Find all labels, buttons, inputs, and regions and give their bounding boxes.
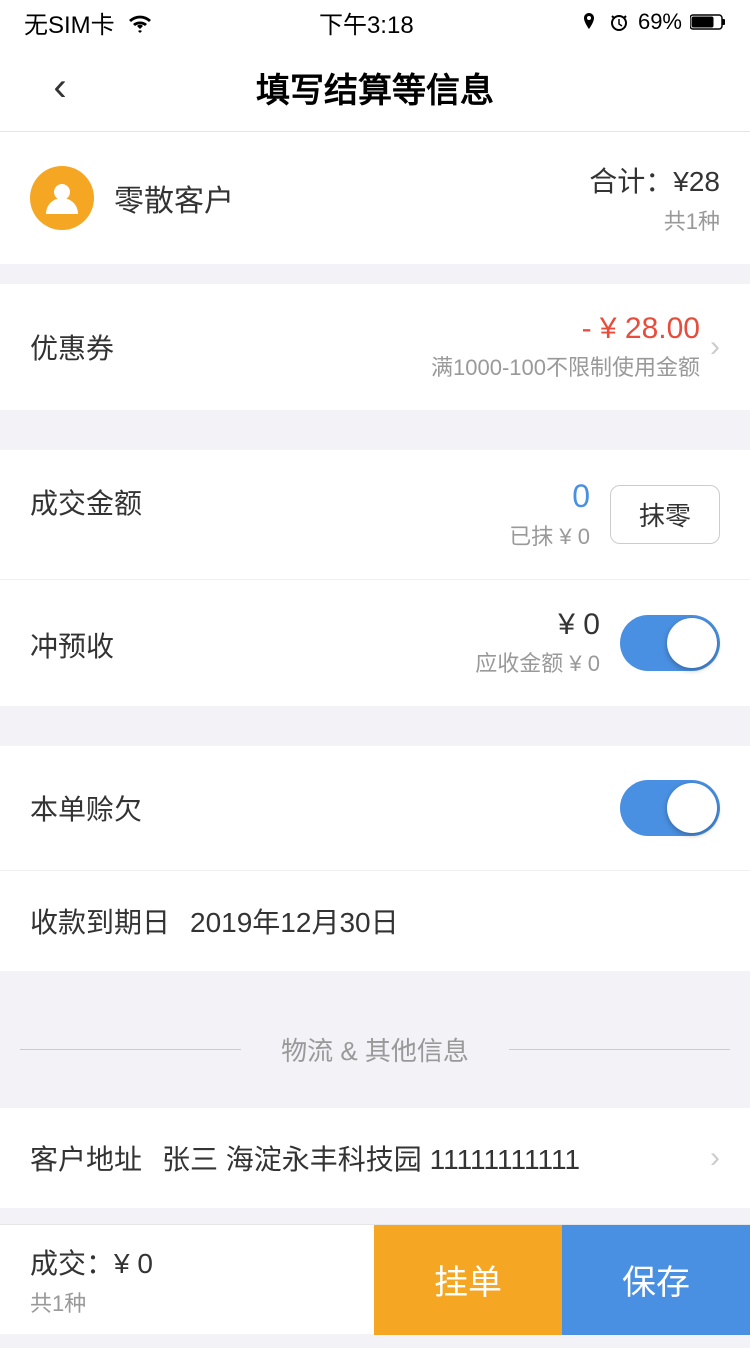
debt-row: 本单赊欠 <box>0 746 750 870</box>
debt-label: 本单赊欠 <box>30 788 142 828</box>
address-chevron-icon: › <box>710 1141 720 1175</box>
logistics-header: 物流 & 其他信息 <box>0 1011 750 1088</box>
transaction-row: 成交金额 0 已抹 ¥ 0 抹零 <box>0 450 750 580</box>
chevron-right-icon: › <box>710 330 720 364</box>
save-button[interactable]: 保存 <box>562 1225 750 1335</box>
avatar <box>30 166 94 230</box>
prereceive-amounts: ¥ 0 应收金额 ¥ 0 <box>475 608 600 678</box>
coupon-desc: 满1000-100不限制使用金额 <box>431 350 700 382</box>
status-left: 无SIM卡 <box>24 5 155 40</box>
transaction-amounts: 0 已抹 ¥ 0 <box>509 478 590 551</box>
total-count: 共1种 <box>589 204 720 236</box>
content: 零散客户 合计：¥28 共1种 优惠券 - ¥ 28.00 满1000-100不… <box>0 132 750 1348</box>
coupon-label: 优惠券 <box>30 327 114 367</box>
debt-toggle[interactable] <box>620 780 720 836</box>
coupon-row[interactable]: 优惠券 - ¥ 28.00 满1000-100不限制使用金额 › <box>0 284 750 410</box>
battery-text: 69% <box>638 9 682 35</box>
logistics-section: 物流 & 其他信息 <box>0 1011 750 1088</box>
prereceive-sub: 应收金额 ¥ 0 <box>475 646 600 678</box>
coupon-value: - ¥ 28.00 满1000-100不限制使用金额 <box>431 312 700 382</box>
wifi-icon <box>125 11 155 33</box>
prereceive-value-block: ¥ 0 应收金额 ¥ 0 <box>475 608 720 678</box>
page-title: 填写结算等信息 <box>256 63 494 112</box>
time-display: 下午3:18 <box>319 5 414 40</box>
battery-icon <box>690 13 726 31</box>
section-divider-2 <box>0 726 750 746</box>
customer-info: 零散客户 <box>30 166 234 230</box>
due-date-value: 2019年12月30日 <box>190 901 399 941</box>
prereceive-main: ¥ 0 <box>475 608 600 642</box>
hang-button[interactable]: 挂单 <box>374 1225 562 1335</box>
debt-section: 本单赊欠 收款到期日 2019年12月30日 <box>0 746 750 971</box>
nav-bar: ‹ 填写结算等信息 <box>0 44 750 132</box>
bottom-info: 成交：¥ 0 共1种 <box>0 1242 374 1318</box>
due-date-label: 收款到期日 <box>30 901 170 941</box>
transaction-label: 成交金额 <box>30 478 142 522</box>
due-date-row: 收款到期日 2019年12月30日 <box>0 870 750 971</box>
logistics-line-right <box>509 1049 730 1050</box>
section-divider-1 <box>0 430 750 450</box>
customer-name: 零散客户 <box>114 176 234 220</box>
user-icon <box>42 178 82 218</box>
alarm-icon <box>608 11 630 33</box>
transaction-value-block: 0 已抹 ¥ 0 抹零 <box>509 478 720 551</box>
coupon-discount: - ¥ 28.00 <box>431 312 700 346</box>
bottom-count: 共1种 <box>30 1286 344 1318</box>
transaction-section: 成交金额 0 已抹 ¥ 0 抹零 冲预收 ¥ 0 应收金额 ¥ 0 <box>0 450 750 706</box>
address-label: 客户地址 <box>30 1138 142 1178</box>
toggle-knob <box>667 618 717 668</box>
customer-row: 零散客户 合计：¥28 共1种 <box>0 132 750 264</box>
logistics-label: 物流 & 其他信息 <box>281 1031 469 1068</box>
round-off-button[interactable]: 抹零 <box>610 485 720 544</box>
debt-toggle-knob <box>667 783 717 833</box>
address-value: 张三 海淀永丰科技园 11111111111 <box>162 1138 710 1178</box>
transaction-amount-input[interactable]: 0 <box>509 478 590 515</box>
prereceive-row: 冲预收 ¥ 0 应收金额 ¥ 0 <box>0 580 750 706</box>
address-row[interactable]: 客户地址 张三 海淀永丰科技园 11111111111 › <box>0 1108 750 1208</box>
status-bar: 无SIM卡 下午3:18 69% <box>0 0 750 44</box>
coupon-right: - ¥ 28.00 满1000-100不限制使用金额 › <box>431 312 720 382</box>
bottom-bar: 成交：¥ 0 共1种 挂单 保存 <box>0 1224 750 1334</box>
prereceive-label: 冲预收 <box>30 621 114 665</box>
status-right: 69% <box>578 9 726 35</box>
section-divider-3 <box>0 991 750 1011</box>
address-section: 客户地址 张三 海淀永丰科技园 11111111111 › <box>0 1108 750 1208</box>
customer-total: 合计：¥28 共1种 <box>589 160 720 236</box>
location-icon <box>578 11 600 33</box>
bottom-deal-amount: 成交：¥ 0 <box>30 1242 344 1282</box>
rounded-off-text: 已抹 ¥ 0 <box>509 519 590 551</box>
logistics-line-left <box>20 1049 241 1050</box>
carrier-text: 无SIM卡 <box>24 5 115 40</box>
prereceive-toggle[interactable] <box>620 615 720 671</box>
total-amount: 合计：¥28 <box>589 160 720 200</box>
back-button[interactable]: ‹ <box>30 58 90 118</box>
